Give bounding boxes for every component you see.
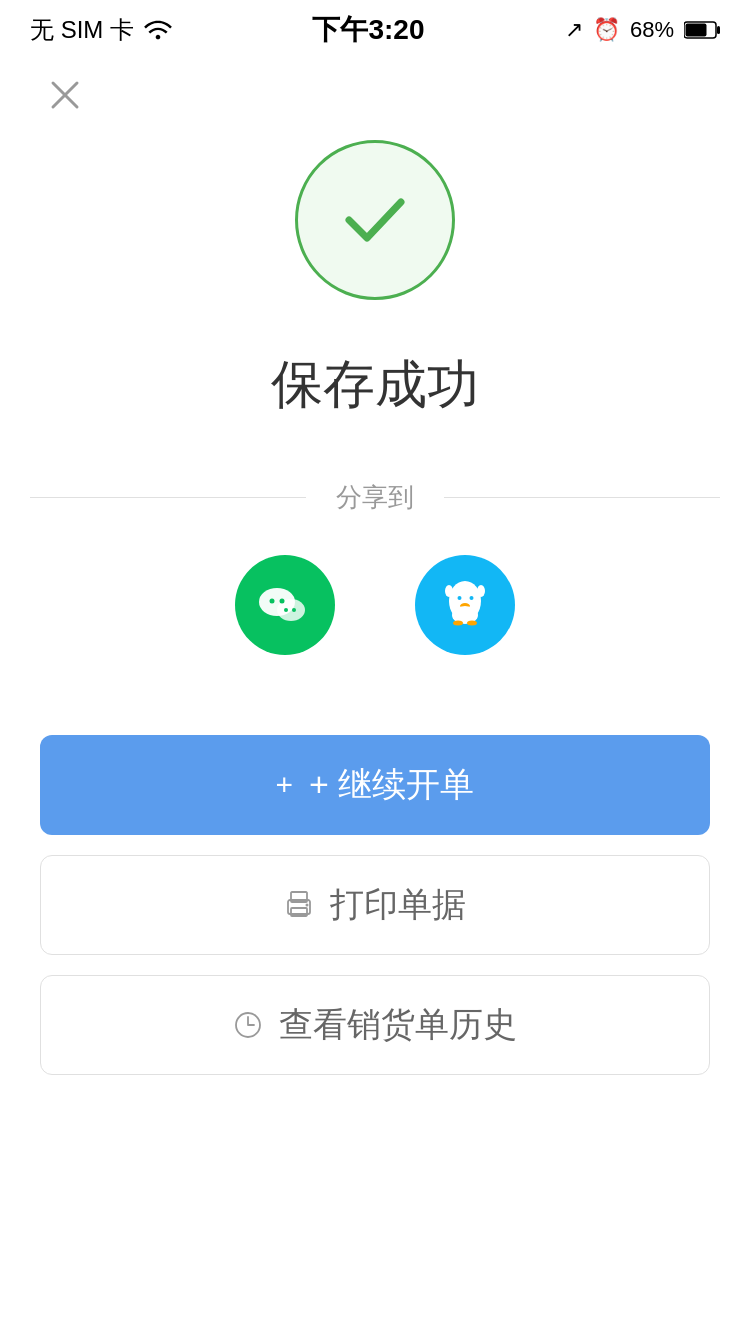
battery-icon xyxy=(684,21,720,39)
close-button[interactable] xyxy=(40,70,90,120)
share-icons xyxy=(235,555,515,655)
no-sim-text: 无 SIM 卡 xyxy=(30,14,134,46)
qq-share-button[interactable] xyxy=(415,555,515,655)
continue-button[interactable]: + + 继续开单 xyxy=(40,735,710,835)
status-right: ↗ ⏰ 68% xyxy=(565,17,720,43)
svg-point-9 xyxy=(284,608,288,612)
check-icon xyxy=(335,178,415,262)
history-label: 查看销货单历史 xyxy=(279,1002,517,1048)
print-icon xyxy=(284,891,314,919)
continue-label: + 继续开单 xyxy=(309,762,474,808)
qq-icon xyxy=(435,573,495,638)
svg-point-15 xyxy=(470,596,474,600)
svg-rect-1 xyxy=(685,24,706,37)
print-label: 打印单据 xyxy=(330,882,466,928)
main-content: 保存成功 分享到 xyxy=(0,60,750,1075)
svg-point-20 xyxy=(445,585,453,597)
svg-point-8 xyxy=(280,599,285,604)
history-button[interactable]: 查看销货单历史 xyxy=(40,975,710,1075)
history-icon xyxy=(233,1010,263,1040)
share-divider: 分享到 xyxy=(0,480,750,515)
print-button[interactable]: 打印单据 xyxy=(40,855,710,955)
divider-left xyxy=(30,497,306,498)
wifi-icon xyxy=(144,20,172,40)
plus-icon: + xyxy=(276,768,294,802)
svg-rect-2 xyxy=(717,26,720,34)
wechat-share-button[interactable] xyxy=(235,555,335,655)
divider-right xyxy=(444,497,720,498)
success-circle xyxy=(295,140,455,300)
share-section: 分享到 xyxy=(0,480,750,655)
status-left: 无 SIM 卡 xyxy=(30,14,172,46)
svg-point-21 xyxy=(477,585,485,597)
svg-point-14 xyxy=(458,596,462,600)
action-buttons: + + 继续开单 打印单据 查看销货单历 xyxy=(0,735,750,1075)
success-title: 保存成功 xyxy=(271,350,479,420)
svg-point-18 xyxy=(453,620,463,625)
svg-point-19 xyxy=(467,620,477,625)
status-time: 下午3:20 xyxy=(312,11,424,49)
svg-point-25 xyxy=(306,904,309,907)
alarm-icon: ⏰ xyxy=(593,17,620,43)
status-bar: 无 SIM 卡 下午3:20 ↗ ⏰ 68% xyxy=(0,0,750,60)
location-icon: ↗ xyxy=(565,17,583,43)
wechat-icon xyxy=(255,580,315,630)
share-label: 分享到 xyxy=(336,480,414,515)
battery-percent: 68% xyxy=(630,17,674,43)
svg-point-7 xyxy=(270,599,275,604)
svg-point-10 xyxy=(292,608,296,612)
